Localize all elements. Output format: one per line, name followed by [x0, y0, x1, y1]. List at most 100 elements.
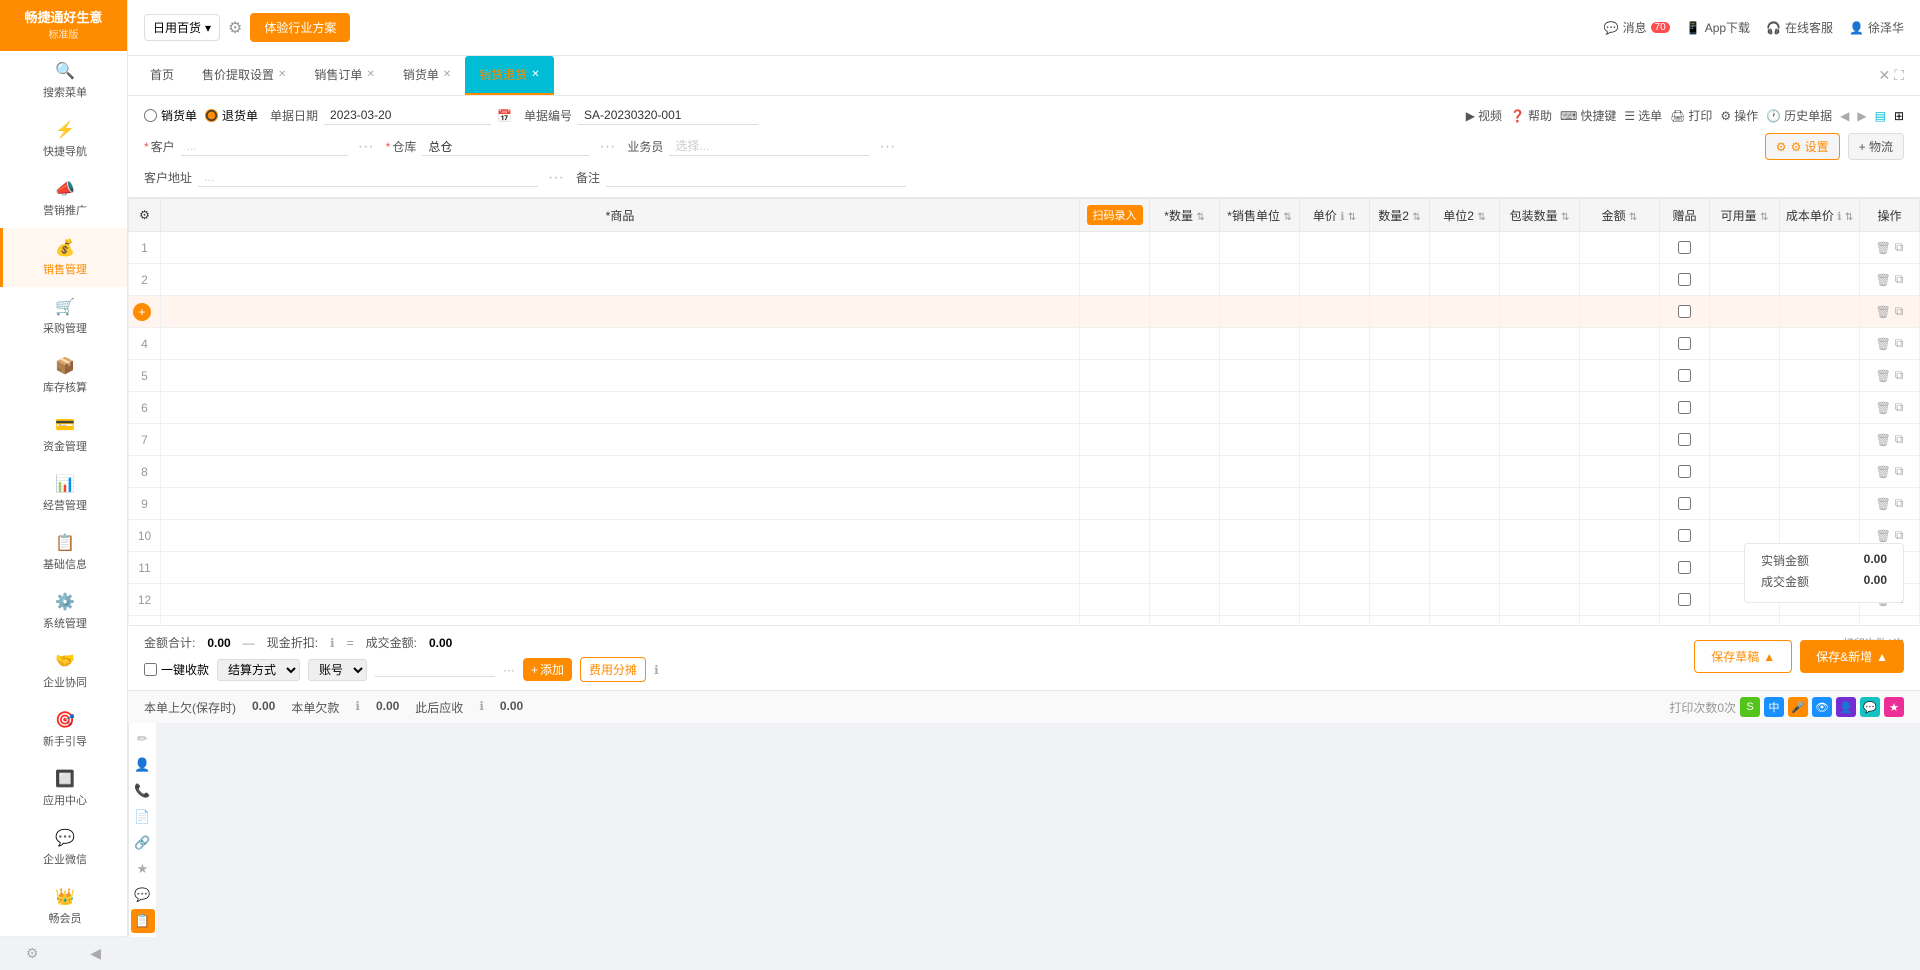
addr-dots-btn[interactable]: ··· — [548, 169, 564, 187]
row-1-qty2[interactable] — [1370, 232, 1430, 264]
amount-input[interactable] — [375, 662, 495, 677]
col-settings[interactable]: ⚙ — [129, 199, 161, 232]
add-row-btn[interactable]: + — [133, 303, 151, 321]
row-12-gift-cb[interactable] — [1678, 593, 1691, 606]
qty-sort-icon[interactable]: ⇅ — [1196, 212, 1204, 223]
sidebar-item-basic[interactable]: 📋 基础信息 — [0, 523, 127, 582]
row-2-product[interactable] — [161, 264, 1080, 296]
fee-split-btn[interactable]: 费用分摊 — [580, 657, 646, 682]
row-11-gift-cb[interactable] — [1678, 561, 1691, 574]
one-click-payment-cb[interactable]: 一键收款 — [144, 661, 209, 678]
row-10-gift-cb[interactable] — [1678, 529, 1691, 542]
status-future-recv-info[interactable]: ℹ — [479, 699, 484, 716]
message-btn[interactable]: 💬 消息 70 — [1604, 19, 1670, 36]
number-input[interactable] — [578, 106, 758, 125]
row-1-gift-cb[interactable] — [1678, 241, 1691, 254]
tab-sale-order[interactable]: 销售订单 ✕ — [300, 56, 388, 95]
app-download-btn[interactable]: 📱 App下载 — [1686, 19, 1750, 36]
row-7-delete-btn[interactable]: 🗑 — [1876, 432, 1891, 447]
fee-info-icon[interactable]: ℹ — [654, 663, 659, 677]
status-icon-eye[interactable]: 👁 — [1812, 697, 1832, 717]
row-5-gift-cb[interactable] — [1678, 369, 1691, 382]
row-4-copy-btn[interactable]: ⧉ — [1895, 336, 1904, 351]
tab-sale-goods[interactable]: 销货单 ✕ — [389, 56, 465, 95]
history-btn[interactable]: 🕐 历史单据 — [1766, 107, 1832, 124]
add-fee-btn[interactable]: + 添加 — [523, 658, 572, 681]
user-menu[interactable]: 👤 徐泽华 — [1849, 19, 1904, 36]
price-sort-icon[interactable]: ⇅ — [1348, 212, 1356, 223]
sidebar-settings-btn[interactable]: ⚙ — [26, 945, 39, 962]
date-input[interactable] — [324, 106, 491, 125]
quickbar-edit-btn[interactable]: ✏ — [131, 727, 155, 751]
print-btn[interactable]: 🖨 打印 — [1670, 107, 1712, 124]
row-2-unit[interactable] — [1220, 264, 1300, 296]
save-new-btn[interactable]: 保存&新增 ▲ — [1800, 640, 1904, 673]
tab-sale-goods-close[interactable]: ✕ — [443, 69, 451, 80]
row-1-cost[interactable] — [1780, 232, 1860, 264]
help-btn[interactable]: ❓ 帮助 — [1510, 107, 1552, 124]
row-4-gift-cb[interactable] — [1678, 337, 1691, 350]
row-6-gift-cb[interactable] — [1678, 401, 1691, 414]
customer-input[interactable] — [181, 137, 348, 156]
row-1-amount[interactable] — [1580, 232, 1660, 264]
row-3-pkg[interactable] — [1500, 296, 1580, 328]
col-scan[interactable]: 扫码录入 — [1080, 199, 1150, 232]
qty2-sort-icon[interactable]: ⇅ — [1412, 212, 1420, 223]
row-2-delete-btn[interactable]: 🗑 — [1876, 272, 1891, 287]
status-icon-mic[interactable]: 🎤 — [1788, 697, 1808, 717]
grid-view-btn[interactable]: ⊞ — [1894, 109, 1904, 123]
sidebar-item-enterprise[interactable]: 🤝 企业协同 — [0, 641, 127, 700]
row-2-pkg[interactable] — [1500, 264, 1580, 296]
row-3-cost[interactable] — [1780, 296, 1860, 328]
row-10-delete-btn[interactable]: 🗑 — [1876, 528, 1891, 543]
radio-return[interactable]: 退货单 — [205, 107, 258, 124]
row-1-price[interactable] — [1300, 232, 1370, 264]
row-2-amount[interactable] — [1580, 264, 1660, 296]
list-view-btn[interactable]: ▤ — [1875, 109, 1886, 123]
row-6-delete-btn[interactable]: 🗑 — [1876, 400, 1891, 415]
row-3-gift[interactable] — [1660, 296, 1710, 328]
quickbar-user-btn[interactable]: 👤 — [131, 753, 155, 777]
tab-sale-order-close[interactable]: ✕ — [366, 69, 374, 80]
sidebar-item-newbie[interactable]: 🎯 新手引导 — [0, 700, 127, 759]
industry-select[interactable]: 日用百货 ▾ — [144, 14, 220, 41]
sidebar-item-apps[interactable]: 🔲 应用中心 — [0, 759, 127, 818]
quickbar-star-btn[interactable]: ★ — [131, 857, 155, 881]
tab-home[interactable]: 首页 — [136, 56, 188, 95]
row-8-gift-cb[interactable] — [1678, 465, 1691, 478]
row-1-copy-btn[interactable]: ⧉ — [1895, 240, 1904, 255]
sidebar-item-wechat[interactable]: 💬 企业微信 — [0, 818, 127, 877]
remark-input[interactable] — [606, 168, 906, 187]
row-2-copy-btn[interactable]: ⧉ — [1895, 272, 1904, 287]
row-1-gift[interactable] — [1660, 232, 1710, 264]
status-icon-star[interactable]: ★ — [1884, 697, 1904, 717]
radio-return-input[interactable] — [205, 109, 218, 122]
sidebar-collapse-btn[interactable]: ◀ — [90, 945, 101, 962]
online-service-btn[interactable]: 🎧 在线客服 — [1766, 19, 1833, 36]
nav-prev-btn[interactable]: ◀ — [1840, 109, 1849, 123]
row-8-copy-btn[interactable]: ⧉ — [1895, 464, 1904, 479]
unit-sort-icon[interactable]: ⇅ — [1283, 212, 1291, 223]
radio-sale-input[interactable] — [144, 109, 157, 122]
logistics-btn[interactable]: + 物流 — [1848, 133, 1904, 160]
warehouse-input[interactable] — [422, 137, 589, 156]
row-3-amount[interactable] — [1580, 296, 1660, 328]
settings-config-btn[interactable]: ⚙ ⚙ 设置 — [1765, 133, 1840, 160]
save-draft-btn[interactable]: 保存草稿 ▲ — [1694, 640, 1792, 673]
row-2-unit2[interactable] — [1430, 264, 1500, 296]
tab-sale-return[interactable]: 销货退货 ✕ — [465, 56, 553, 95]
video-btn[interactable]: ▶ 视频 — [1466, 107, 1502, 124]
topbar-settings-icon[interactable]: ⚙ — [228, 18, 242, 38]
row-1-qty[interactable] — [1150, 232, 1220, 264]
quickbar-doc-btn[interactable]: 📄 — [131, 805, 155, 829]
row-4-delete-btn[interactable]: 🗑 — [1876, 336, 1891, 351]
row-2-gift[interactable] — [1660, 264, 1710, 296]
row-9-gift-cb[interactable] — [1678, 497, 1691, 510]
amount-sort-icon[interactable]: ⇅ — [1629, 212, 1637, 223]
sidebar-item-operations[interactable]: 📊 经营管理 — [0, 464, 127, 523]
nav-next-btn[interactable]: ▶ — [1857, 109, 1866, 123]
addr-input[interactable] — [198, 168, 538, 187]
row-8-delete-btn[interactable]: 🗑 — [1876, 464, 1891, 479]
more-dots[interactable]: ··· — [503, 663, 515, 677]
tab-sale-price-close[interactable]: ✕ — [278, 69, 286, 80]
